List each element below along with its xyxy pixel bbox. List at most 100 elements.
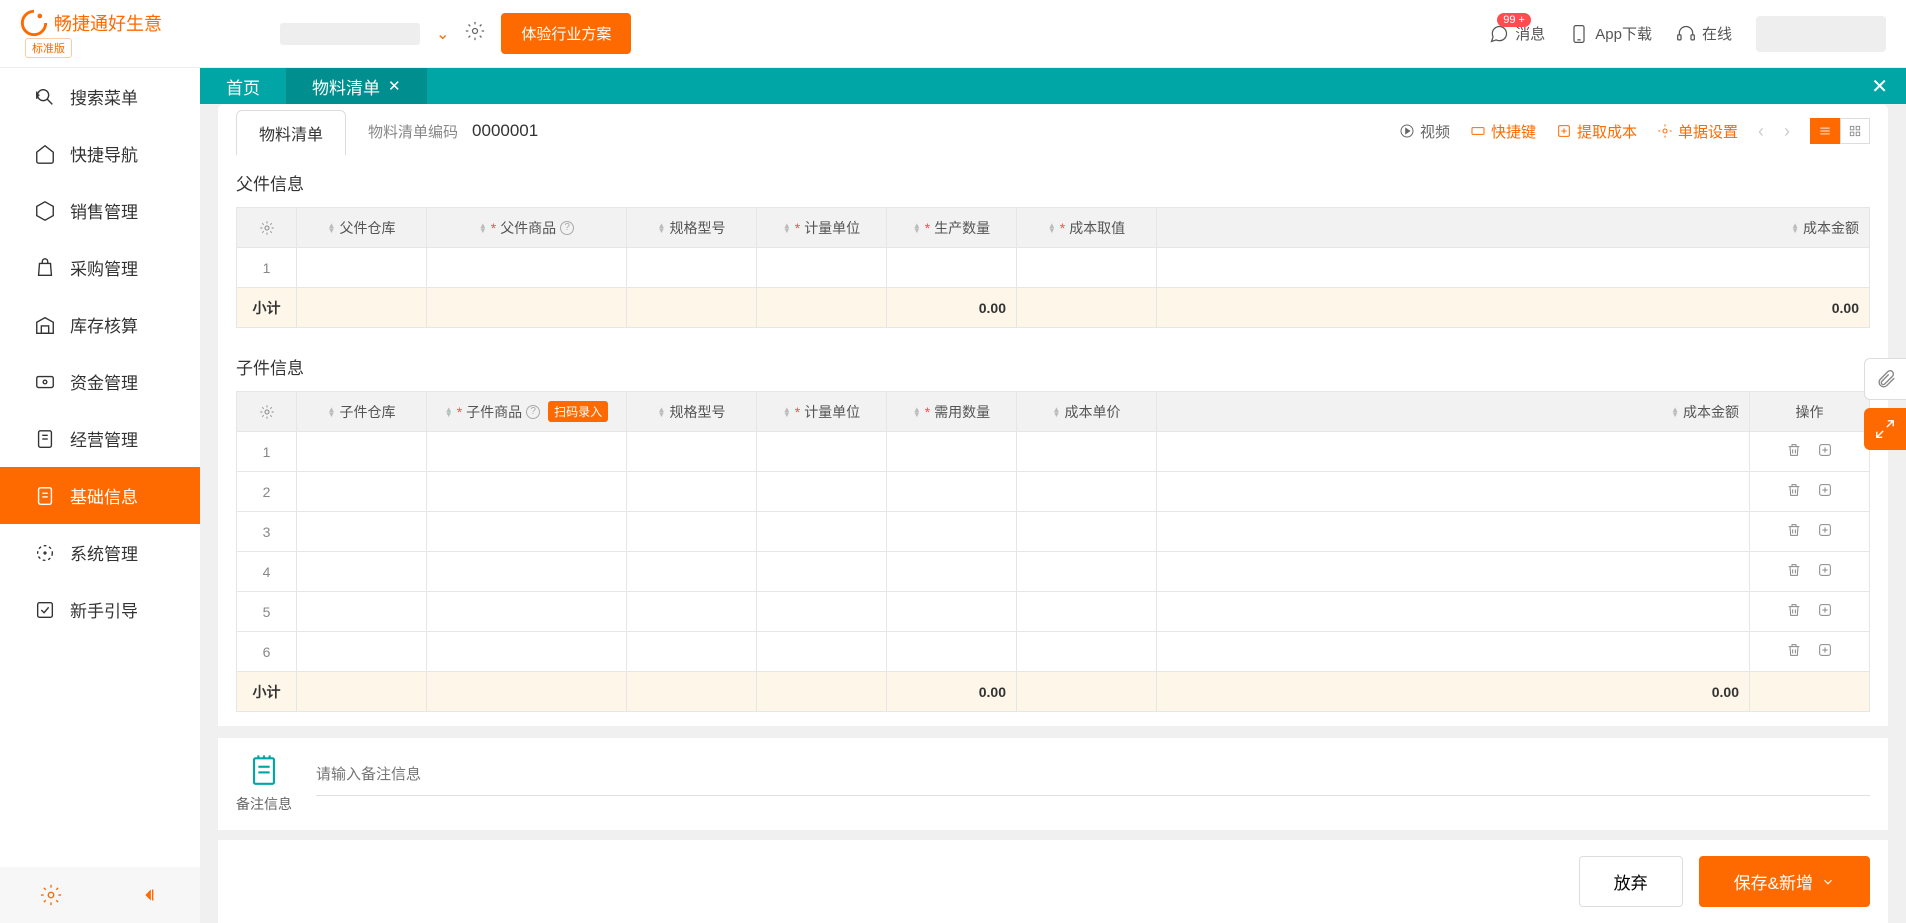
sidebar-item-label: 系统管理 [70, 540, 138, 565]
column-settings[interactable] [237, 392, 297, 432]
chevron-down-icon[interactable]: ⌄ [436, 24, 449, 44]
add-row-icon[interactable] [1817, 522, 1833, 538]
col-req-qty[interactable]: ▲▼*需用数量 [887, 392, 1017, 432]
sidebar-footer [0, 867, 200, 923]
guide-icon [34, 599, 56, 621]
delete-icon[interactable] [1786, 442, 1802, 458]
table-row[interactable]: 5 [237, 592, 1870, 632]
close-icon[interactable]: ✕ [388, 77, 401, 95]
online-support-link[interactable]: 在线 [1676, 23, 1732, 44]
next-arrow-icon[interactable]: › [1784, 121, 1790, 142]
sidebar-item-label: 资金管理 [70, 369, 138, 394]
col-spec[interactable]: ▲▼规格型号 [627, 208, 757, 248]
delete-icon[interactable] [1786, 602, 1802, 618]
delete-icon[interactable] [1786, 562, 1802, 578]
col-unit[interactable]: ▲▼*计量单位 [757, 392, 887, 432]
video-link[interactable]: 视频 [1399, 121, 1450, 142]
sidebar-item-system[interactable]: 系统管理 [0, 524, 200, 581]
sidebar-item-label: 销售管理 [70, 198, 138, 223]
experience-button[interactable]: 体验行业方案 [501, 13, 631, 54]
document-type-tab[interactable]: 物料清单 [236, 110, 346, 155]
list-icon [1818, 124, 1832, 138]
headset-icon [1676, 24, 1696, 44]
col-cost-amount[interactable]: ▲▼成本金额 [1157, 208, 1870, 248]
app-download-link[interactable]: App下载 [1569, 23, 1652, 44]
tab-bom[interactable]: 物料清单 ✕ [286, 68, 427, 104]
add-row-icon[interactable] [1817, 442, 1833, 458]
delete-icon[interactable] [1786, 482, 1802, 498]
extract-cost-link[interactable]: 提取成本 [1556, 121, 1637, 142]
home-icon [34, 143, 56, 165]
logo-icon [20, 9, 48, 37]
remark-panel: 备注信息 [218, 738, 1888, 830]
close-all-tabs[interactable]: ✕ [1853, 74, 1906, 99]
company-selector[interactable]: ⌄ [280, 21, 485, 46]
sidebar-item-sales[interactable]: 销售管理 [0, 182, 200, 239]
col-spec[interactable]: ▲▼规格型号 [627, 392, 757, 432]
col-child-product[interactable]: ▲▼*子件商品?扫码录入 [427, 392, 627, 432]
table-row[interactable]: 1 [237, 248, 1870, 288]
sidebar-item-search[interactable]: 搜索菜单 [0, 68, 200, 125]
sidebar-item-inventory[interactable]: 库存核算 [0, 296, 200, 353]
add-row-icon[interactable] [1817, 642, 1833, 658]
user-avatar-area[interactable] [1756, 16, 1886, 52]
gear-icon[interactable] [465, 21, 485, 46]
table-row[interactable]: 3 [237, 512, 1870, 552]
child-section: 子件信息 ▲▼子件仓库 ▲▼*子件商品?扫码录入 ▲▼规格型号 ▲▼*计量单位 … [218, 342, 1888, 726]
table-row[interactable]: 4 [237, 552, 1870, 592]
doc-settings-link[interactable]: 单据设置 [1657, 121, 1738, 142]
help-icon[interactable]: ? [526, 405, 540, 419]
col-parent-product[interactable]: ▲▼*父件商品? [427, 208, 627, 248]
delete-icon[interactable] [1786, 522, 1802, 538]
tab-label: 首页 [226, 74, 260, 99]
logo-text: 畅捷通好生意 [54, 10, 162, 36]
row-actions [1750, 632, 1870, 672]
prev-arrow-icon[interactable]: ‹ [1758, 121, 1764, 142]
table-row[interactable]: 6 [237, 632, 1870, 672]
row-actions [1750, 472, 1870, 512]
app-header: 畅捷通好生意 标准版 ⌄ 体验行业方案 99 + 消息 App下载 在线 [0, 0, 1906, 68]
tab-bar: 首页 物料清单 ✕ ✕ [200, 68, 1906, 104]
sidebar-item-operations[interactable]: 经营管理 [0, 410, 200, 467]
discard-button[interactable]: 放弃 [1579, 856, 1683, 907]
sidebar-item-guide[interactable]: 新手引导 [0, 581, 200, 638]
child-title: 子件信息 [236, 342, 1870, 391]
table-row[interactable]: 2 [237, 472, 1870, 512]
remark-input[interactable] [316, 754, 1870, 796]
col-cost-method[interactable]: ▲▼*成本取值 [1017, 208, 1157, 248]
list-view-button[interactable] [1810, 118, 1840, 144]
gear-icon[interactable] [40, 884, 62, 906]
collapse-icon[interactable] [138, 884, 160, 906]
col-qty[interactable]: ▲▼*生产数量 [887, 208, 1017, 248]
col-unit-cost[interactable]: ▲▼成本单价 [1017, 392, 1157, 432]
sidebar-item-purchase[interactable]: 采购管理 [0, 239, 200, 296]
col-unit[interactable]: ▲▼*计量单位 [757, 208, 887, 248]
view-toggle [1810, 118, 1870, 144]
messages-link[interactable]: 99 + 消息 [1489, 23, 1545, 44]
parent-section: 父件信息 ▲▼父件仓库 ▲▼*父件商品? ▲▼规格型号 ▲▼*计量单位 ▲▼*生… [218, 158, 1888, 342]
add-row-icon[interactable] [1817, 562, 1833, 578]
help-icon[interactable]: ? [560, 221, 574, 235]
col-cost-amount[interactable]: ▲▼成本金额 [1157, 392, 1750, 432]
sidebar-item-quickNav[interactable]: 快捷导航 [0, 125, 200, 182]
col-child-warehouse[interactable]: ▲▼子件仓库 [297, 392, 427, 432]
attachment-button[interactable] [1864, 358, 1906, 400]
fullscreen-button[interactable] [1864, 408, 1906, 450]
shortcut-link[interactable]: 快捷键 [1470, 121, 1536, 142]
table-row[interactable]: 1 [237, 432, 1870, 472]
sidebar-item-basicInfo[interactable]: 基础信息 [0, 467, 200, 524]
scan-input-button[interactable]: 扫码录入 [548, 401, 608, 422]
add-row-icon[interactable] [1817, 602, 1833, 618]
tab-home[interactable]: 首页 [200, 68, 286, 104]
grid-view-button[interactable] [1840, 118, 1870, 144]
delete-icon[interactable] [1786, 642, 1802, 658]
doc-code-value: 0000001 [472, 121, 538, 141]
save-add-button[interactable]: 保存&新增 [1699, 856, 1870, 907]
parent-table: ▲▼父件仓库 ▲▼*父件商品? ▲▼规格型号 ▲▼*计量单位 ▲▼*生产数量 ▲… [236, 207, 1870, 328]
settings-icon [34, 542, 56, 564]
column-settings[interactable] [237, 208, 297, 248]
main-area: 首页 物料清单 ✕ ✕ 物料清单 物料清单编码 0000001 视频 快捷键 提… [200, 68, 1906, 923]
sidebar-item-funds[interactable]: 资金管理 [0, 353, 200, 410]
add-row-icon[interactable] [1817, 482, 1833, 498]
col-parent-warehouse[interactable]: ▲▼父件仓库 [297, 208, 427, 248]
